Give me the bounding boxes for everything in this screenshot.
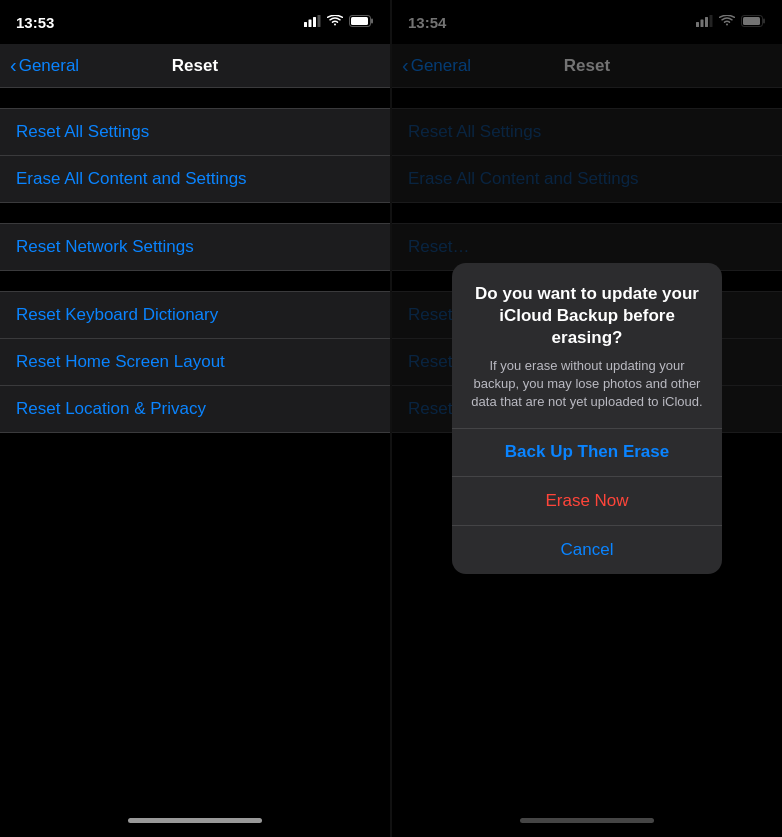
reset-location-privacy-row[interactable]: Reset Location & Privacy	[0, 386, 390, 432]
alert-divider-top	[452, 428, 722, 429]
settings-group-2-left: Reset Network Settings	[0, 223, 390, 271]
reset-all-settings-row[interactable]: Reset All Settings	[0, 109, 390, 156]
alert-content: Do you want to update your iCloud Backup…	[452, 263, 722, 428]
alert-message: If you erase without updating your backu…	[468, 357, 706, 412]
status-icons-left	[304, 15, 374, 30]
nav-bar-left: ‹ General Reset	[0, 44, 390, 88]
home-indicator-left	[0, 803, 390, 837]
right-phone: 13:54	[392, 0, 782, 837]
reset-home-screen-row[interactable]: Reset Home Screen Layout	[0, 339, 390, 386]
wifi-icon-left	[327, 15, 343, 30]
alert-title: Do you want to update your iCloud Backup…	[468, 283, 706, 349]
erase-now-button[interactable]: Erase Now	[452, 477, 722, 526]
nav-title-left: Reset	[172, 56, 218, 76]
settings-content-left: Reset All Settings Erase All Content and…	[0, 88, 390, 803]
alert-overlay: Do you want to update your iCloud Backup…	[392, 0, 782, 837]
alert-dialog: Do you want to update your iCloud Backup…	[452, 263, 722, 574]
svg-rect-5	[351, 17, 368, 25]
svg-rect-0	[304, 22, 307, 27]
settings-group-1-left: Reset All Settings Erase All Content and…	[0, 108, 390, 203]
svg-rect-3	[318, 15, 321, 27]
cancel-button[interactable]: Cancel	[452, 526, 722, 574]
home-bar-left	[128, 818, 262, 823]
settings-section-1-left: Reset All Settings Erase All Content and…	[0, 108, 390, 203]
erase-all-content-row[interactable]: Erase All Content and Settings	[0, 156, 390, 202]
status-bar-left: 13:53	[0, 0, 390, 44]
reset-network-row[interactable]: Reset Network Settings	[0, 224, 390, 270]
settings-section-2-left: Reset Network Settings	[0, 223, 390, 271]
reset-keyboard-row[interactable]: Reset Keyboard Dictionary	[0, 292, 390, 339]
settings-group-3-left: Reset Keyboard Dictionary Reset Home Scr…	[0, 291, 390, 433]
svg-rect-1	[309, 19, 312, 27]
signal-icon-left	[304, 15, 321, 30]
settings-section-3-left: Reset Keyboard Dictionary Reset Home Scr…	[0, 291, 390, 433]
status-time-left: 13:53	[16, 14, 54, 31]
svg-rect-2	[313, 17, 316, 27]
nav-back-label-left: General	[19, 56, 79, 76]
battery-icon-left	[349, 15, 374, 30]
back-up-then-erase-button[interactable]: Back Up Then Erase	[452, 428, 722, 477]
chevron-left-icon: ‹	[10, 55, 17, 75]
nav-back-left[interactable]: ‹ General	[10, 56, 79, 76]
left-phone: 13:53	[0, 0, 390, 837]
